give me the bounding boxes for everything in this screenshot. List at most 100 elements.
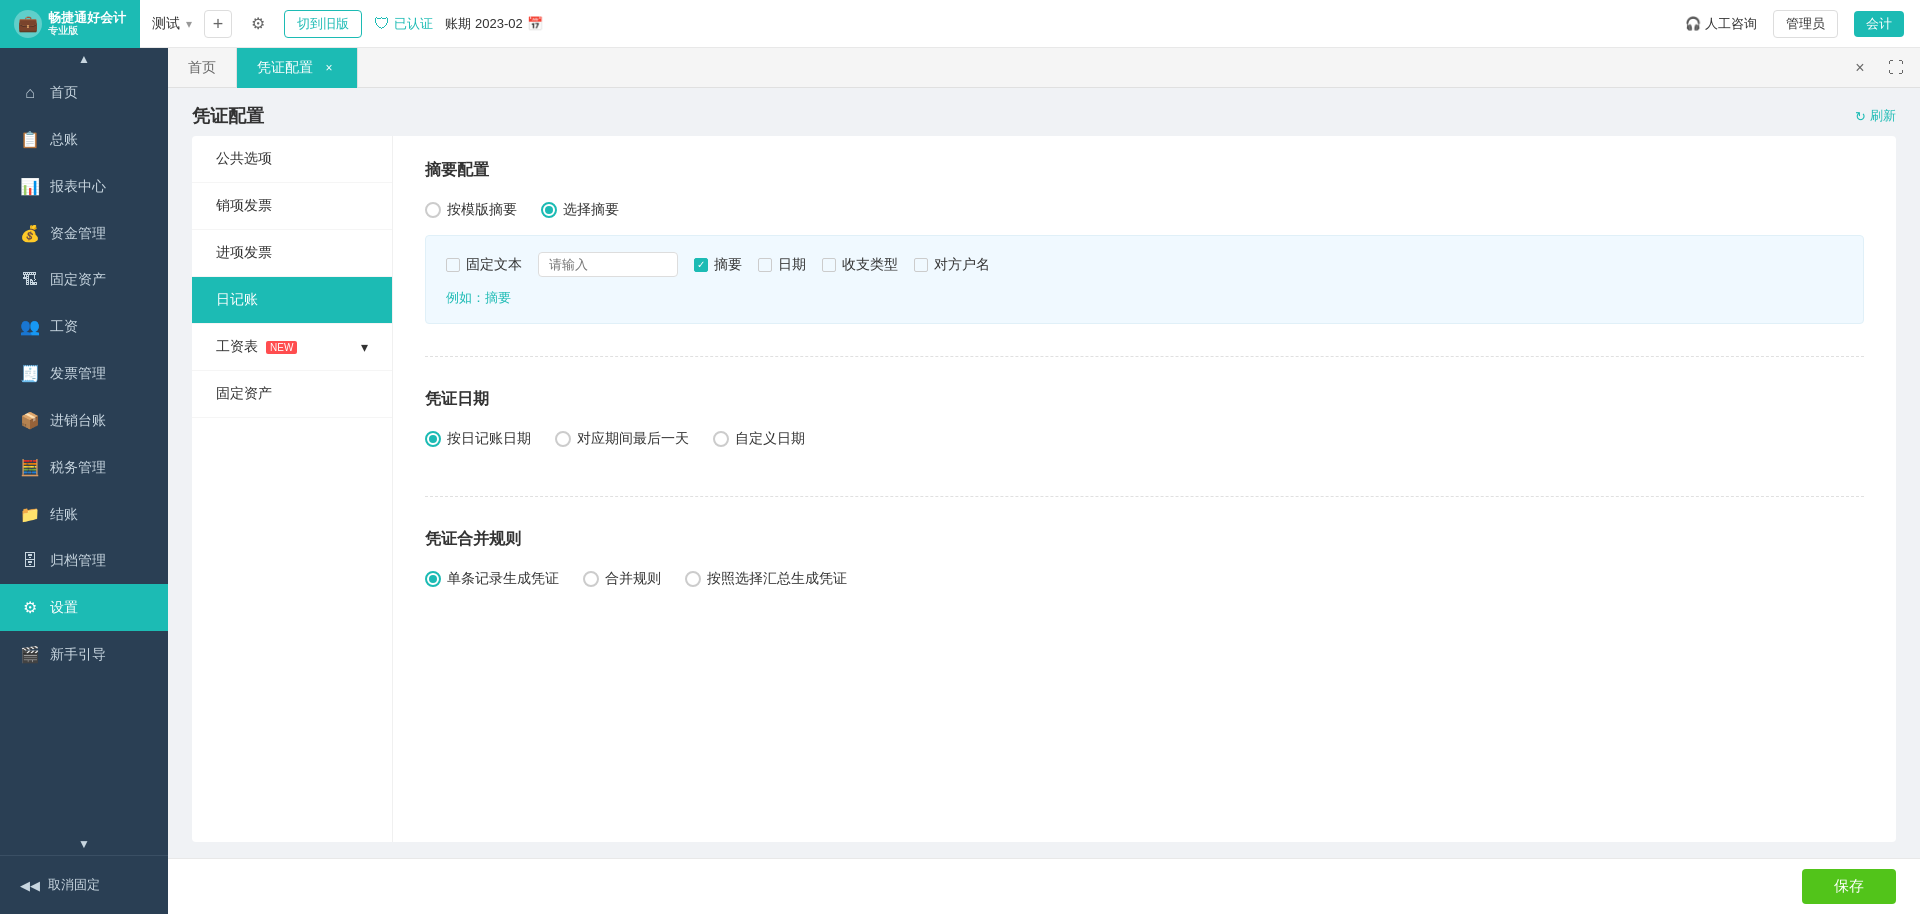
consult-label: 人工咨询	[1705, 15, 1757, 33]
left-nav-item-purchase-invoice[interactable]: 进项发票	[192, 230, 392, 277]
radio-circle-single-record	[425, 571, 441, 587]
sidebar-item-funds[interactable]: 💰 资金管理	[0, 210, 168, 257]
reports-icon: 📊	[20, 177, 40, 196]
sidebar-item-beginner[interactable]: 🎬 新手引导	[0, 631, 168, 678]
period-label: 账期	[445, 15, 471, 33]
checkbox-fixed-text[interactable]: 固定文本	[446, 256, 522, 274]
left-nav: 公共选项 销项发票 进项发票 日记账 工资表	[192, 136, 392, 842]
right-content: 摘要配置 按模版摘要 选择摘要	[392, 136, 1896, 842]
bottom-bar: 保存	[168, 858, 1920, 914]
calendar-icon[interactable]: 📅	[527, 16, 543, 31]
radio-circle-custom-date	[713, 431, 729, 447]
fixed-assets-icon: 🏗	[20, 271, 40, 289]
section-abstract-config: 摘要配置 按模版摘要 选择摘要	[425, 160, 1864, 357]
radio-template-label: 按模版摘要	[447, 201, 517, 219]
switch-old-button[interactable]: 切到旧版	[284, 10, 362, 38]
sidebar-item-home[interactable]: ⌂ 首页	[0, 70, 168, 116]
tab-home-label: 首页	[188, 59, 216, 77]
content-area: 首页 凭证配置 × × ⛶ 凭证配置 ↻ 刷新	[168, 48, 1920, 914]
checkbox-date[interactable]: 日期	[758, 256, 806, 274]
radio-last-day[interactable]: 对应期间最后一天	[555, 430, 689, 448]
radio-journal-date[interactable]: 按日记账日期	[425, 430, 531, 448]
sidebar-item-label: 归档管理	[50, 552, 106, 570]
radio-journal-date-label: 按日记账日期	[447, 430, 531, 448]
radio-circle-merge-rules	[583, 571, 599, 587]
sidebar-item-label: 税务管理	[50, 459, 106, 477]
sidebar-item-payroll[interactable]: 👥 工资	[0, 303, 168, 350]
radio-template[interactable]: 按模版摘要	[425, 201, 517, 219]
left-nav-item-public[interactable]: 公共选项	[192, 136, 392, 183]
left-nav-item-fixed-assets[interactable]: 固定资产	[192, 371, 392, 418]
settlement-icon: 📁	[20, 505, 40, 524]
tab-voucher-config[interactable]: 凭证配置 ×	[237, 48, 358, 88]
save-button[interactable]: 保存	[1802, 869, 1896, 904]
sidebar-item-label: 固定资产	[50, 271, 106, 289]
sidebar-item-fixed-assets[interactable]: 🏗 固定资产	[0, 257, 168, 303]
logo-name: 畅捷通好会计	[48, 10, 126, 26]
radio-single-record[interactable]: 单条记录生成凭证	[425, 570, 559, 588]
refresh-label: 刷新	[1870, 107, 1896, 125]
period-display: 账期 2023-02 📅	[445, 15, 543, 33]
checkbox-counterpart[interactable]: 对方户名	[914, 256, 990, 274]
add-button[interactable]: +	[204, 10, 232, 38]
left-nav-item-payroll-table[interactable]: 工资表 NEW ▾	[192, 324, 392, 371]
tab-close-icon[interactable]: ×	[321, 60, 337, 76]
refresh-icon: ↻	[1855, 109, 1866, 124]
sidebar-item-reports[interactable]: 📊 报表中心	[0, 163, 168, 210]
checkbox-counterpart-box	[914, 258, 928, 272]
sidebar-collapse-button[interactable]: ◀◀ 取消固定	[0, 866, 168, 904]
expand-chevron-icon: ▾	[361, 339, 368, 355]
tab-home[interactable]: 首页	[168, 48, 237, 88]
sidebar: ▲ ⌂ 首页 📋 总账 📊 报表中心 💰 资金管理 🏗 固定资产	[0, 48, 168, 914]
left-nav-item-sales-invoice[interactable]: 销项发票	[192, 183, 392, 230]
consult-button[interactable]: 🎧 人工咨询	[1685, 15, 1757, 33]
invoice-icon: 🧾	[20, 364, 40, 383]
payroll-icon: 👥	[20, 317, 40, 336]
checkbox-date-box	[758, 258, 772, 272]
refresh-button[interactable]: ↻ 刷新	[1855, 107, 1896, 125]
sidebar-item-ledger[interactable]: 📋 总账	[0, 116, 168, 163]
ledger-icon: 📋	[20, 130, 40, 149]
sidebar-item-purchase-sales[interactable]: 📦 进销台账	[0, 397, 168, 444]
radio-merge-rules[interactable]: 合并规则	[583, 570, 661, 588]
topbar-right: 🎧 人工咨询 管理员 会计	[1685, 10, 1904, 38]
manager-button[interactable]: 管理员	[1773, 10, 1838, 38]
sidebar-item-label: 新手引导	[50, 646, 106, 664]
payroll-table-label: 工资表 NEW	[216, 338, 297, 356]
headset-icon: 🎧	[1685, 16, 1701, 31]
logo-sub: 专业版	[48, 25, 126, 37]
project-name: 测试	[152, 15, 180, 33]
section-voucher-date-title: 凭证日期	[425, 389, 1864, 410]
sidebar-scroll-up[interactable]: ▲	[0, 48, 168, 70]
collapse-icon: ◀◀	[20, 878, 40, 893]
certified-badge: 🛡 已认证	[374, 15, 433, 33]
sidebar-scroll-down[interactable]: ▼	[0, 833, 168, 855]
expand-button[interactable]: ⛶	[1880, 52, 1912, 84]
project-selector[interactable]: 测试 ▾	[152, 15, 192, 33]
sidebar-item-label: 设置	[50, 599, 78, 617]
sidebar-item-settlement[interactable]: 📁 结账	[0, 491, 168, 538]
radio-select-abstract[interactable]: 选择摘要	[541, 201, 619, 219]
close-button[interactable]: ×	[1844, 52, 1876, 84]
abstract-label: 摘要	[714, 256, 742, 274]
radio-circle-journal-date	[425, 431, 441, 447]
checkbox-abstract[interactable]: ✓ 摘要	[694, 256, 742, 274]
radio-select-summary-label: 按照选择汇总生成凭证	[707, 570, 847, 588]
tabs-right: × ⛶	[1844, 52, 1920, 84]
checkbox-income-type[interactable]: 收支类型	[822, 256, 898, 274]
fixed-text-input[interactable]	[538, 252, 678, 277]
sidebar-item-tax[interactable]: 🧮 税务管理	[0, 444, 168, 491]
setting-icon[interactable]: ⚙	[244, 10, 272, 38]
radio-select-summary[interactable]: 按照选择汇总生成凭证	[685, 570, 847, 588]
sidebar-item-settings[interactable]: ⚙ 设置	[0, 584, 168, 631]
sidebar-item-label: 发票管理	[50, 365, 106, 383]
voucher-merge-radio-group: 单条记录生成凭证 合并规则 按照选择汇总生成凭证	[425, 570, 1864, 588]
sidebar-item-archive[interactable]: 🗄 归档管理	[0, 538, 168, 584]
sidebar-item-invoice[interactable]: 🧾 发票管理	[0, 350, 168, 397]
radio-custom-date[interactable]: 自定义日期	[713, 430, 805, 448]
beginner-icon: 🎬	[20, 645, 40, 664]
purchase-sales-icon: 📦	[20, 411, 40, 430]
sidebar-item-label: 首页	[50, 84, 78, 102]
left-nav-item-journal[interactable]: 日记账	[192, 277, 392, 324]
accountant-button[interactable]: 会计	[1854, 11, 1904, 37]
